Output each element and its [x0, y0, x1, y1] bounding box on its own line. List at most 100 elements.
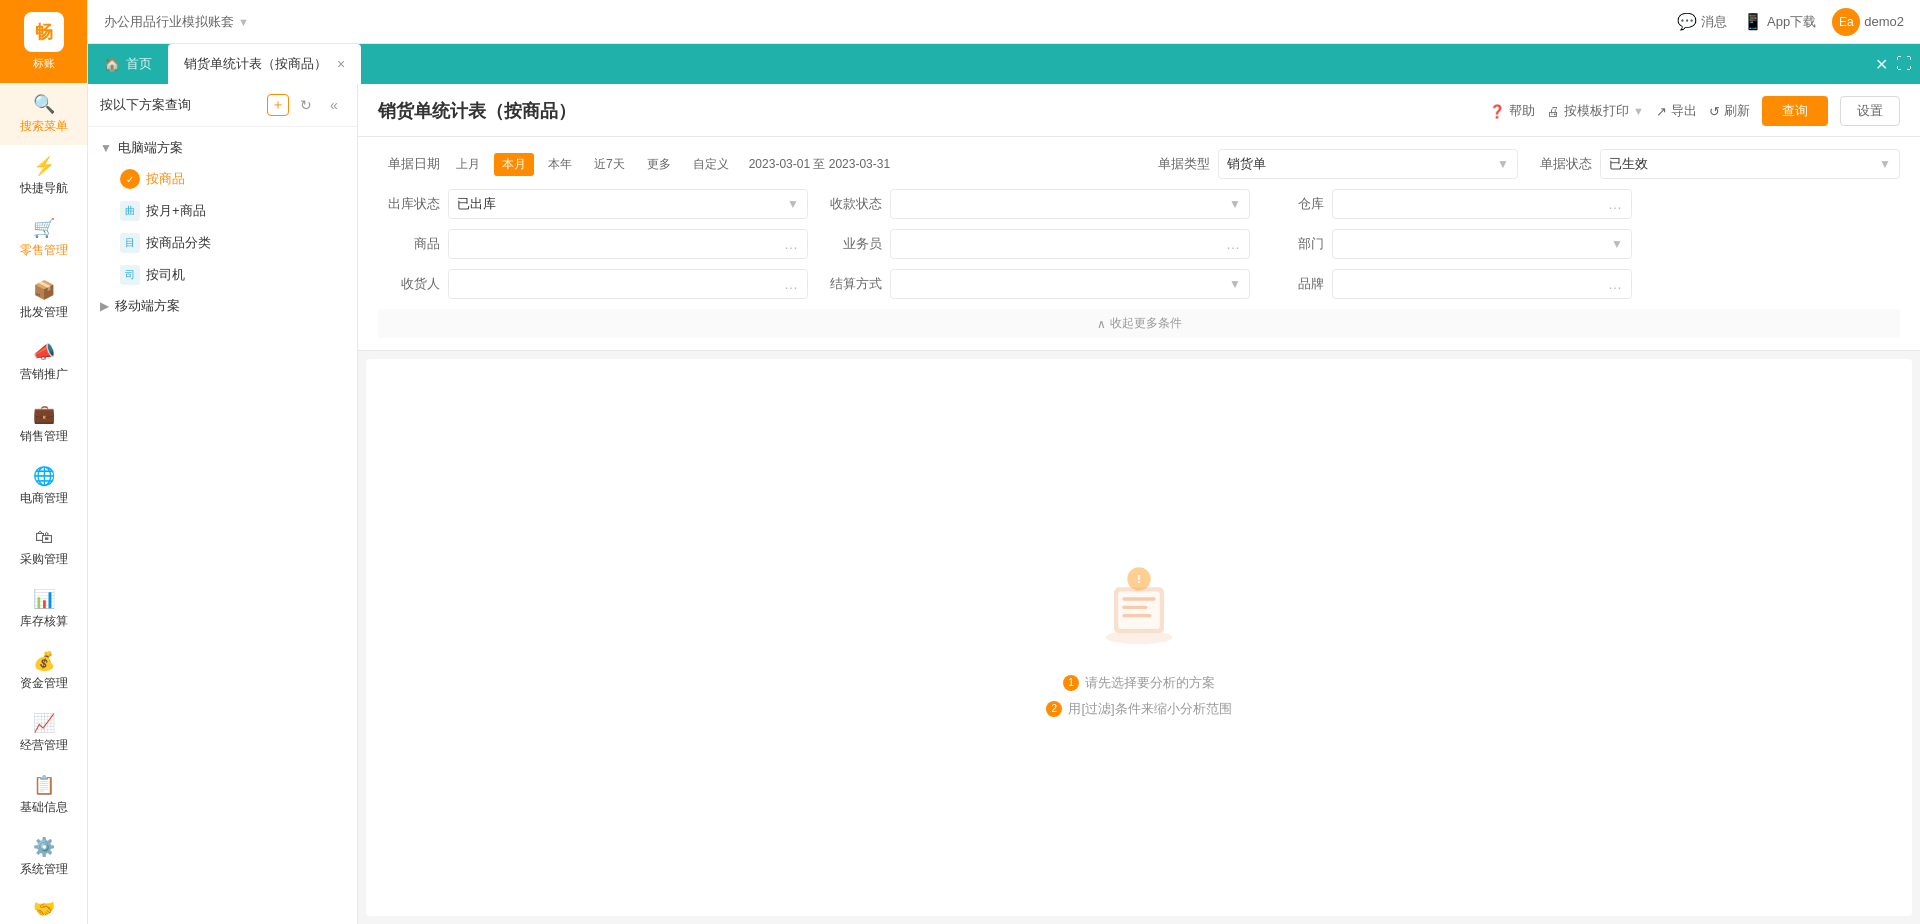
collapse-panel-btn[interactable]: « — [323, 94, 345, 116]
receiver-dots-icon: … — [784, 276, 799, 292]
dept-select[interactable]: ▼ — [1332, 229, 1632, 259]
workspace-selector[interactable]: 办公用品行业模拟账套 ▼ — [104, 13, 249, 31]
sidebar-item-retail[interactable]: 🛒 零售管理 — [0, 207, 87, 269]
left-panel-actions: ＋ ↻ « — [267, 94, 345, 116]
date-btn-this-year[interactable]: 本年 — [540, 153, 580, 176]
tree-child-label: 按司机 — [146, 266, 185, 284]
sidebar-item-label: 资金管理 — [20, 675, 68, 692]
avatar: Ea — [1832, 8, 1860, 36]
status-label: 单据状态 — [1530, 155, 1600, 173]
print-label: 按模板打印 — [1564, 102, 1629, 120]
collapse-filter-btn[interactable]: ∧ 收起更多条件 — [378, 309, 1900, 338]
payment-label: 结算方式 — [820, 275, 890, 293]
date-btn-prev-month[interactable]: 上月 — [448, 153, 488, 176]
logo[interactable]: 畅 标账 — [0, 0, 87, 83]
username: demo2 — [1864, 14, 1904, 29]
finance-icon: 💰 — [33, 650, 55, 672]
app-download-btn[interactable]: 📱 App下载 — [1743, 12, 1816, 31]
page-header: 销货单统计表（按商品） ❓ 帮助 🖨 按模板打印 ▼ ↗ 导出 — [358, 84, 1920, 137]
tab-close-btn[interactable]: × — [337, 56, 345, 72]
sidebar-item-ecommerce[interactable]: 🌐 电商管理 — [0, 455, 87, 517]
payment-select[interactable]: ▼ — [890, 269, 1250, 299]
sidebar-item-purchase[interactable]: 🛍 采购管理 — [0, 517, 87, 578]
out-label: 出库状态 — [378, 195, 448, 213]
type-select[interactable]: 销货单 ▼ — [1218, 149, 1518, 179]
tree-child-by-goods[interactable]: ✓ 按商品 — [88, 163, 357, 195]
message-btn[interactable]: 💬 消息 — [1677, 12, 1727, 31]
scheme-icon: 目 — [120, 233, 140, 253]
refresh-btn[interactable]: ↺ 刷新 — [1709, 102, 1750, 120]
recv-status-select[interactable]: ▼ — [890, 189, 1250, 219]
refresh-label: 刷新 — [1724, 102, 1750, 120]
out-value: 已出库 — [457, 195, 496, 213]
tab-sales-stats[interactable]: 销货单统计表（按商品） × — [168, 44, 361, 84]
tabbar: 🏠 首页 销货单统计表（按商品） × ✕ ⛶ — [88, 44, 1920, 84]
sidebar-item-sales[interactable]: 💼 销售管理 — [0, 393, 87, 455]
page-actions: ❓ 帮助 🖨 按模板打印 ▼ ↗ 导出 ↺ 刷新 — [1489, 96, 1900, 126]
status-select[interactable]: 已生效 ▼ — [1600, 149, 1900, 179]
sidebar-search[interactable]: 🔍 搜索菜单 — [0, 83, 87, 145]
export-btn[interactable]: ↗ 导出 — [1656, 102, 1697, 120]
sidebar-item-wholesale[interactable]: 📦 批发管理 — [0, 269, 87, 331]
out-select[interactable]: 已出库 ▼ — [448, 189, 808, 219]
content-area: 按以下方案查询 ＋ ↻ « ▼ 电脑端方案 ✓ 按商品 曲 — [88, 84, 1920, 924]
settings-button[interactable]: 设置 — [1840, 96, 1900, 126]
close-window-btn[interactable]: ✕ — [1875, 55, 1888, 74]
sidebar-item-system[interactable]: ⚙️ 系统管理 — [0, 826, 87, 888]
date-btn-7days[interactable]: 近7天 — [586, 153, 633, 176]
filter-row-2: 出库状态 已出库 ▼ 收款状态 ▼ 仓库 … — [378, 189, 1900, 219]
export-icon: ↗ — [1656, 104, 1667, 119]
salesman-select[interactable]: … — [890, 229, 1250, 259]
warehouse-select[interactable]: … — [1332, 189, 1632, 219]
wholesale-icon: 📦 — [33, 279, 55, 301]
tree-parent-pc[interactable]: ▼ 电脑端方案 — [88, 133, 357, 163]
query-button[interactable]: 查询 — [1762, 96, 1828, 126]
tree-section: ▼ 电脑端方案 ✓ 按商品 曲 按月+商品 目 按商品分类 司 按司机 — [88, 127, 357, 327]
filter-row-3: 商品 … 业务员 … 部门 ▼ — [378, 229, 1900, 259]
topbar-left: 办公用品行业模拟账套 ▼ — [104, 13, 249, 31]
date-range: 2023-03-01 至 2023-03-31 — [749, 156, 890, 173]
salesman-dots-icon: … — [1226, 236, 1241, 252]
operation-icon: 📈 — [33, 712, 55, 734]
sidebar-item-basic[interactable]: 📋 基础信息 — [0, 764, 87, 826]
filter-row-4: 收货人 … 结算方式 ▼ 品牌 … — [378, 269, 1900, 299]
user-profile[interactable]: Ea demo2 — [1832, 8, 1904, 36]
tree-child-label: 按商品 — [146, 170, 185, 188]
type-value: 销货单 — [1227, 155, 1266, 173]
sidebar-item-label: 电商管理 — [20, 490, 68, 507]
logo-char: 畅 — [35, 20, 53, 44]
sales-icon: 💼 — [33, 403, 55, 425]
tree-parent-mobile[interactable]: ▶ 移动端方案 — [88, 291, 357, 321]
sidebar-item-operation[interactable]: 📈 经营管理 — [0, 702, 87, 764]
tab-home-label: 首页 — [126, 55, 152, 73]
active-indicator: ✓ — [120, 169, 140, 189]
receiver-select[interactable]: … — [448, 269, 808, 299]
sidebar-item-finance[interactable]: 💰 资金管理 — [0, 640, 87, 702]
goods-select[interactable]: … — [448, 229, 808, 259]
dept-dropdown-icon: ▼ — [1611, 237, 1623, 251]
message-label: 消息 — [1701, 13, 1727, 31]
tree-parent-label-pc: 电脑端方案 — [118, 139, 183, 157]
sidebar-item-inventory[interactable]: 📊 库存核算 — [0, 578, 87, 640]
collapse-label: 收起更多条件 — [1110, 315, 1182, 332]
date-btn-more[interactable]: 更多 — [639, 153, 679, 176]
sidebar-item-label: 批发管理 — [20, 304, 68, 321]
date-btn-custom[interactable]: 自定义 — [685, 153, 737, 176]
tree-child-by-month-goods[interactable]: 曲 按月+商品 — [88, 195, 357, 227]
sidebar-item-marketing[interactable]: 📣 营销推广 — [0, 331, 87, 393]
brand-select[interactable]: … — [1332, 269, 1632, 299]
dept-label: 部门 — [1262, 235, 1332, 253]
maximize-btn[interactable]: ⛶ — [1896, 55, 1912, 73]
tree-child-by-category[interactable]: 目 按商品分类 — [88, 227, 357, 259]
sidebar-item-enterprise[interactable]: 🤝 企业协同 — [0, 888, 87, 924]
add-scheme-btn[interactable]: ＋ — [267, 94, 289, 116]
date-btn-this-month[interactable]: 本月 — [494, 153, 534, 176]
print-btn[interactable]: 🖨 按模板打印 ▼ — [1547, 102, 1644, 120]
tab-home[interactable]: 🏠 首页 — [88, 44, 168, 84]
sidebar-item-quick-nav[interactable]: ⚡ 快捷导航 — [0, 145, 87, 207]
help-btn[interactable]: ❓ 帮助 — [1489, 102, 1535, 120]
refresh-scheme-btn[interactable]: ↻ — [295, 94, 317, 116]
warehouse-label: 仓库 — [1262, 195, 1332, 213]
tree-child-by-sku[interactable]: 司 按司机 — [88, 259, 357, 291]
receiver-label: 收货人 — [378, 275, 448, 293]
